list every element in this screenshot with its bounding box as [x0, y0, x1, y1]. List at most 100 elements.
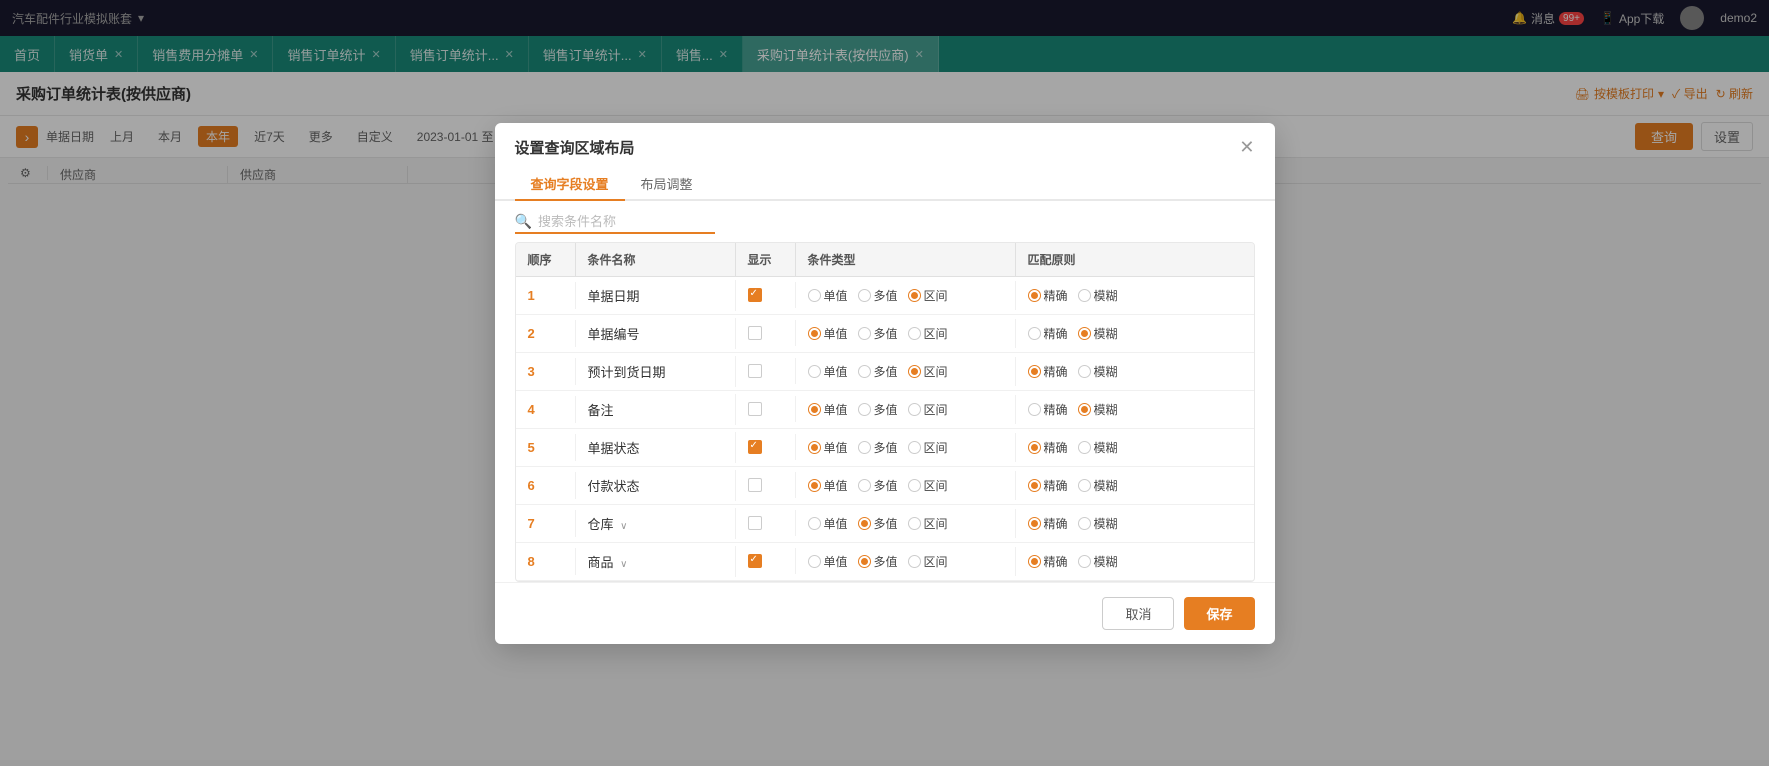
cond-order-2: 2 — [516, 320, 576, 347]
match-exact-3[interactable]: 精确 — [1028, 363, 1068, 380]
match-fuzzy-2[interactable]: 模糊 — [1078, 325, 1118, 342]
cond-order-7: 7 — [516, 510, 576, 537]
match-exact-1[interactable]: 精确 — [1028, 287, 1068, 304]
cancel-button[interactable]: 取消 — [1102, 597, 1174, 630]
type-multi-3[interactable]: 多值 — [858, 363, 898, 380]
cond-display-3[interactable] — [736, 358, 796, 384]
cond-name-8: 商品 ∨ — [576, 546, 736, 577]
match-exact-4[interactable]: 精确 — [1028, 401, 1068, 418]
cond-match-3: 精确 模糊 — [1016, 357, 1216, 386]
match-fuzzy-7[interactable]: 模糊 — [1078, 515, 1118, 532]
type-range-7[interactable]: 区间 — [908, 515, 948, 532]
cond-match-8: 精确 模糊 — [1016, 547, 1216, 576]
cond-checkbox-8[interactable] — [748, 554, 762, 568]
condition-row: 7 仓库 ∨ 单值 多值 区间 精确 模糊 — [516, 505, 1254, 543]
condition-row: 4 备注 单值 多值 区间 精确 模糊 — [516, 391, 1254, 429]
cond-type-3: 单值 多值 区间 — [796, 357, 1016, 386]
cond-order-4: 4 — [516, 396, 576, 423]
type-range-2[interactable]: 区间 — [908, 325, 948, 342]
cond-name-6: 付款状态 — [576, 470, 736, 501]
type-multi-2[interactable]: 多值 — [858, 325, 898, 342]
cond-display-5[interactable] — [736, 434, 796, 460]
type-range-3[interactable]: 区间 — [908, 363, 948, 380]
col-type-header: 条件类型 — [796, 243, 1016, 276]
cond-display-6[interactable] — [736, 472, 796, 498]
cond-checkbox-3[interactable] — [748, 364, 762, 378]
cond-match-6: 精确 模糊 — [1016, 471, 1216, 500]
modal-search-area: 🔍 — [495, 201, 1275, 242]
match-exact-8[interactable]: 精确 — [1028, 553, 1068, 570]
match-fuzzy-1[interactable]: 模糊 — [1078, 287, 1118, 304]
type-range-6[interactable]: 区间 — [908, 477, 948, 494]
modal-tab-layout-label: 布局调整 — [641, 177, 693, 192]
modal-header: 设置查询区域布局 ✕ — [495, 123, 1275, 158]
radio-fuzzy-dot-1 — [1078, 289, 1091, 302]
match-fuzzy-8[interactable]: 模糊 — [1078, 553, 1118, 570]
cond-name-2: 单据编号 — [576, 318, 736, 349]
type-single-5[interactable]: 单值 — [808, 439, 848, 456]
type-single-7[interactable]: 单值 — [808, 515, 848, 532]
modal-tabs: 查询字段设置 布局调整 — [495, 158, 1275, 201]
type-multi-1[interactable]: 多值 — [858, 287, 898, 304]
cond-match-4: 精确 模糊 — [1016, 395, 1216, 424]
match-exact-2[interactable]: 精确 — [1028, 325, 1068, 342]
cond-display-8[interactable] — [736, 548, 796, 574]
type-multi-6[interactable]: 多值 — [858, 477, 898, 494]
search-input[interactable] — [538, 214, 708, 229]
cond-order-1: 1 — [516, 282, 576, 309]
condition-row: 5 单据状态 单值 多值 区间 精确 模糊 — [516, 429, 1254, 467]
settings-modal: 设置查询区域布局 ✕ 查询字段设置 布局调整 🔍 顺序 条件名称 — [495, 123, 1275, 644]
cond-name-7: 仓库 ∨ — [576, 508, 736, 539]
cond-name-1: 单据日期 — [576, 280, 736, 311]
type-single-3[interactable]: 单值 — [808, 363, 848, 380]
cond-order-8: 8 — [516, 548, 576, 575]
save-button[interactable]: 保存 — [1184, 597, 1254, 630]
col-display-header: 显示 — [736, 243, 796, 276]
type-multi-4[interactable]: 多值 — [858, 401, 898, 418]
modal-tab-layout[interactable]: 布局调整 — [625, 168, 709, 201]
cond-type-5: 单值 多值 区间 — [796, 433, 1016, 462]
cond-display-4[interactable] — [736, 396, 796, 422]
type-multi-8[interactable]: 多值 — [858, 553, 898, 570]
type-multi-5[interactable]: 多值 — [858, 439, 898, 456]
col-name-header: 条件名称 — [576, 243, 736, 276]
col-order-header: 顺序 — [516, 243, 576, 276]
type-multi-7[interactable]: 多值 — [858, 515, 898, 532]
cond-checkbox-4[interactable] — [748, 402, 762, 416]
match-fuzzy-5[interactable]: 模糊 — [1078, 439, 1118, 456]
match-fuzzy-6[interactable]: 模糊 — [1078, 477, 1118, 494]
cond-checkbox-2[interactable] — [748, 326, 762, 340]
cond-display-7[interactable] — [736, 510, 796, 536]
cond-type-7: 单值 多值 区间 — [796, 509, 1016, 538]
modal-tab-query-fields[interactable]: 查询字段设置 — [515, 168, 625, 201]
cond-checkbox-1[interactable] — [748, 288, 762, 302]
type-range-5[interactable]: 区间 — [908, 439, 948, 456]
type-single-6[interactable]: 单值 — [808, 477, 848, 494]
cond-checkbox-5[interactable] — [748, 440, 762, 454]
type-range-1[interactable]: 区间 — [908, 287, 948, 304]
type-single-2[interactable]: 单值 — [808, 325, 848, 342]
match-fuzzy-4[interactable]: 模糊 — [1078, 401, 1118, 418]
cond-name-3: 预计到货日期 — [576, 356, 736, 387]
cond-order-5: 5 — [516, 434, 576, 461]
cond-display-1[interactable] — [736, 282, 796, 308]
match-exact-6[interactable]: 精确 — [1028, 477, 1068, 494]
cond-match-7: 精确 模糊 — [1016, 509, 1216, 538]
radio-single-dot-1 — [808, 289, 821, 302]
type-single-8[interactable]: 单值 — [808, 553, 848, 570]
type-single-4[interactable]: 单值 — [808, 401, 848, 418]
match-fuzzy-3[interactable]: 模糊 — [1078, 363, 1118, 380]
col-match-header: 匹配原则 — [1016, 243, 1216, 276]
cond-display-2[interactable] — [736, 320, 796, 346]
cond-checkbox-6[interactable] — [748, 478, 762, 492]
match-exact-5[interactable]: 精确 — [1028, 439, 1068, 456]
modal-overlay[interactable]: 设置查询区域布局 ✕ 查询字段设置 布局调整 🔍 顺序 条件名称 — [0, 0, 1769, 766]
type-range-8[interactable]: 区间 — [908, 553, 948, 570]
cond-checkbox-7[interactable] — [748, 516, 762, 530]
type-range-4[interactable]: 区间 — [908, 401, 948, 418]
modal-close-button[interactable]: ✕ — [1239, 137, 1254, 158]
match-exact-7[interactable]: 精确 — [1028, 515, 1068, 532]
match-radio-group-1: 精确 模糊 — [1028, 287, 1118, 304]
cond-type-4: 单值 多值 区间 — [796, 395, 1016, 424]
type-single-1[interactable]: 单值 — [808, 287, 848, 304]
